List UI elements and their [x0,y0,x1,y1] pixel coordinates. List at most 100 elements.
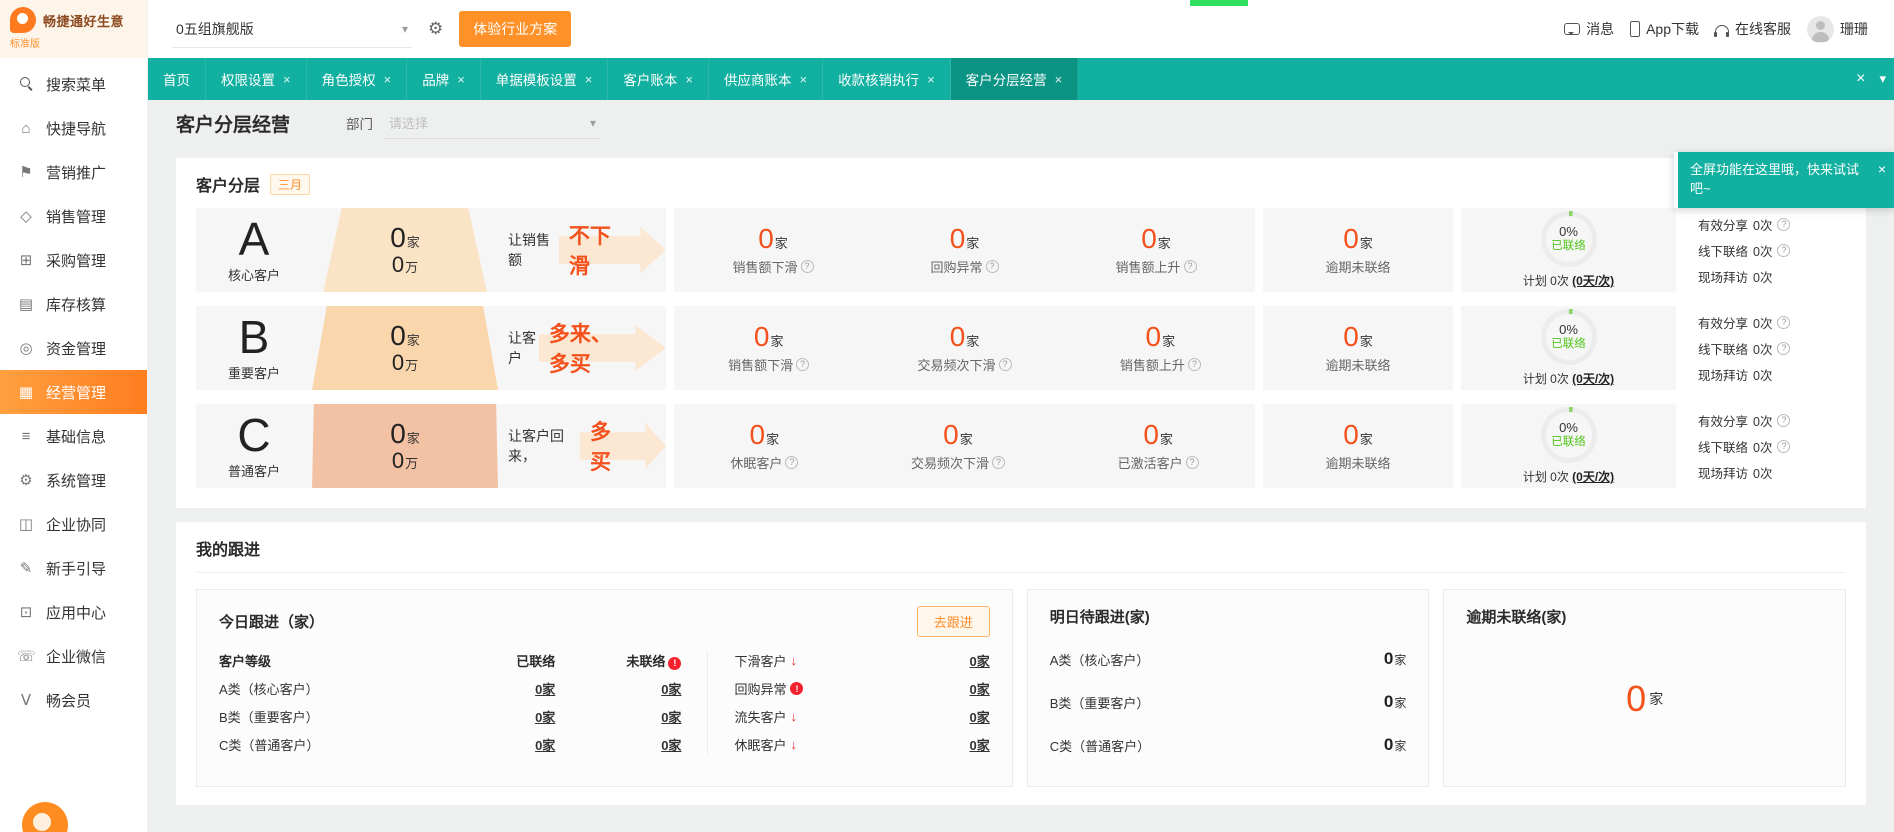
help-icon[interactable]: ? [1777,341,1791,355]
help-icon[interactable]: ? [998,357,1012,371]
help-icon[interactable]: ? [991,455,1005,469]
tab-close-icon[interactable]: × [1055,73,1063,86]
help-icon[interactable]: ? [1777,243,1791,257]
tab-template-settings[interactable]: 单据模板设置 × [481,58,609,100]
main-area: 0五组旗舰版 ▾ ⚙ 体验行业方案 消息 App下载 在线客服 珊珊 首页 权限… [148,0,1894,832]
tab-customer-segmentation[interactable]: 客户分层经营 × [950,58,1079,100]
sidebar-item-basic-info[interactable]: ≡ 基础信息 [0,414,147,458]
plan-frequency-link[interactable]: (0天/次) [1572,470,1614,484]
sidebar-item-inventory[interactable]: ▤ 库存核算 [0,282,147,326]
sidebar-item-member[interactable]: Ⅴ 畅会员 [0,678,147,722]
sidebar-item-app-center[interactable]: ⊡ 应用中心 [0,590,147,634]
sidebar-item-sales[interactable]: ◇ 销售管理 [0,194,147,238]
tab-close-icon[interactable]: × [585,73,593,86]
contact-progress-ring: 0% 已联络 [1540,407,1597,463]
plan-frequency-link[interactable]: (0天/次) [1572,372,1614,386]
marketing-icon: ⚑ [19,163,33,181]
tier-row-c: C 普通客户 0家 0万 让客户回来， 多买 0家 休眠客户 ? 0家 交易频次… [196,404,1846,488]
sidebar-item-label: 快捷导航 [46,120,107,138]
tab-brand[interactable]: 品牌 × [407,58,481,100]
message-button[interactable]: 消息 [1564,19,1614,39]
risk-count-link[interactable]: 0家 [970,679,990,698]
help-icon[interactable]: ? [796,357,810,371]
tab-permission-settings[interactable]: 权限设置 × [206,58,307,100]
help-icon[interactable]: ? [1777,217,1791,231]
tab-list-chevron-icon[interactable]: ▾ [1879,71,1886,87]
help-icon[interactable]: ? [1777,413,1791,427]
tab-role-authorization[interactable]: 角色授权 × [307,58,408,100]
tier-letter: A [238,213,270,265]
sidebar-item-newbie-guide[interactable]: ✎ 新手引导 [0,546,147,590]
segmentation-title: 客户分层 [196,178,261,195]
overdue-panel: 逾期未联络(家) 0 家 [1443,589,1846,787]
followup-title: 我的跟进 [196,536,1846,573]
workspace-select[interactable]: 0五组旗舰版 ▾ [172,11,412,48]
uncontacted-count-link[interactable]: 0家 [661,738,681,753]
contacted-count-link[interactable]: 0家 [535,682,555,697]
close-all-tabs-icon[interactable]: × [1856,70,1865,88]
user-menu[interactable]: 珊珊 [1807,15,1868,43]
tab-close-icon[interactable]: × [384,73,392,86]
sidebar-item-operation[interactable]: ▦ 经营管理 [0,370,147,414]
tab-close-icon[interactable]: × [927,73,935,86]
uncontacted-count-link[interactable]: 0家 [661,710,681,725]
sidebar-item-marketing[interactable]: ⚑ 营销推广 [0,150,147,194]
department-select[interactable]: 请选择 ▾ [385,107,601,139]
my-followup-card: 我的跟进 今日跟进（家） 去跟进 客户等级 已联络 未联络! A类（核心客户） … [176,522,1866,805]
tab-customer-ledger[interactable]: 客户账本 × [608,58,709,100]
username: 珊珊 [1840,21,1868,37]
help-icon[interactable]: ? [1777,439,1791,453]
sidebar-item-label: 采购管理 [46,252,107,270]
sidebar-item-label: 搜索菜单 [46,76,107,94]
tab-close-icon[interactable]: × [457,73,465,86]
tab-receipt-writeoff[interactable]: 收款核销执行 × [823,58,951,100]
risk-count-link[interactable]: 0家 [970,651,990,670]
toast-text: 全屏功能在这里哦，快来试试吧~ [1690,162,1860,196]
sidebar-item-quick-nav[interactable]: ⌂ 快捷导航 [0,106,147,150]
stat-overdue-uncontacted: 0家 逾期未联络 [1325,321,1391,373]
tab-close-icon[interactable]: × [283,73,291,86]
online-service-button[interactable]: 在线客服 [1714,19,1791,39]
risk-count-link[interactable]: 0家 [970,735,990,754]
tab-home[interactable]: 首页 [148,58,206,100]
uncontacted-count-link[interactable]: 0家 [661,682,681,697]
sidebar-item-wecom[interactable]: ☏ 企业微信 [0,634,147,678]
sidebar-item-search-menu[interactable]: 搜索菜单 [0,62,147,106]
inventory-icon: ▤ [18,295,34,313]
settings-gear-icon[interactable]: ⚙ [428,19,443,39]
sidebar-item-system[interactable]: ⚙ 系统管理 [0,458,147,502]
tab-close-icon[interactable]: × [685,73,693,86]
go-followup-button[interactable]: 去跟进 [916,606,990,637]
tab-label: 客户分层经营 [965,73,1047,88]
contacted-count-link[interactable]: 0家 [535,738,555,753]
sidebar-item-label: 基础信息 [46,428,107,446]
down-arrow-icon: ↓ [790,709,797,724]
risk-count-link[interactable]: 0家 [970,707,990,726]
tomorrow-row: A类（核心客户） 0家 [1049,649,1407,668]
help-icon[interactable]: ? [1183,259,1197,273]
sidebar-item-purchase[interactable]: ⊞ 采购管理 [0,238,147,282]
risk-declining-customers: 下滑客户 ↓ 0家 [734,651,990,670]
tab-supplier-ledger[interactable]: 供应商账本 × [709,58,824,100]
tab-close-icon[interactable]: × [799,73,807,86]
tier-row-a: A 核心客户 0家 0万 让销售额 不下滑 0家 销售额下滑 ? 0家 回购异常… [196,208,1846,292]
sidebar-item-label: 经营管理 [46,384,107,402]
toast-close-icon[interactable]: × [1878,159,1886,179]
help-icon[interactable]: ? [800,259,814,273]
contacted-count-link[interactable]: 0家 [535,710,555,725]
sidebar-item-funds[interactable]: ◎ 资金管理 [0,326,147,370]
trial-solution-button[interactable]: 体验行业方案 [459,11,572,47]
content: 客户分层 三月 A 核心客户 0家 0万 让销售额 不下滑 0家 销售额下滑 ?… [148,146,1894,832]
info-icon: ≡ [21,427,31,445]
plan-frequency-link[interactable]: (0天/次) [1572,274,1614,288]
help-icon[interactable]: ? [785,455,799,469]
sidebar-item-collaboration[interactable]: ◫ 企业协同 [0,502,147,546]
tier-slogan: 让客户 多来、多买 [498,323,666,376]
help-icon[interactable]: ? [1777,315,1791,329]
help-icon[interactable]: ? [1187,357,1201,371]
help-icon[interactable]: ? [985,259,999,273]
help-icon[interactable]: ? [1185,455,1199,469]
tomorrow-followup-panel: 明日待跟进(家) A类（核心客户） 0家 B类（重要客户） 0家 C类（普通客户… [1026,589,1430,787]
operation-icon: ▦ [18,383,34,401]
app-download-button[interactable]: App下载 [1630,19,1699,39]
